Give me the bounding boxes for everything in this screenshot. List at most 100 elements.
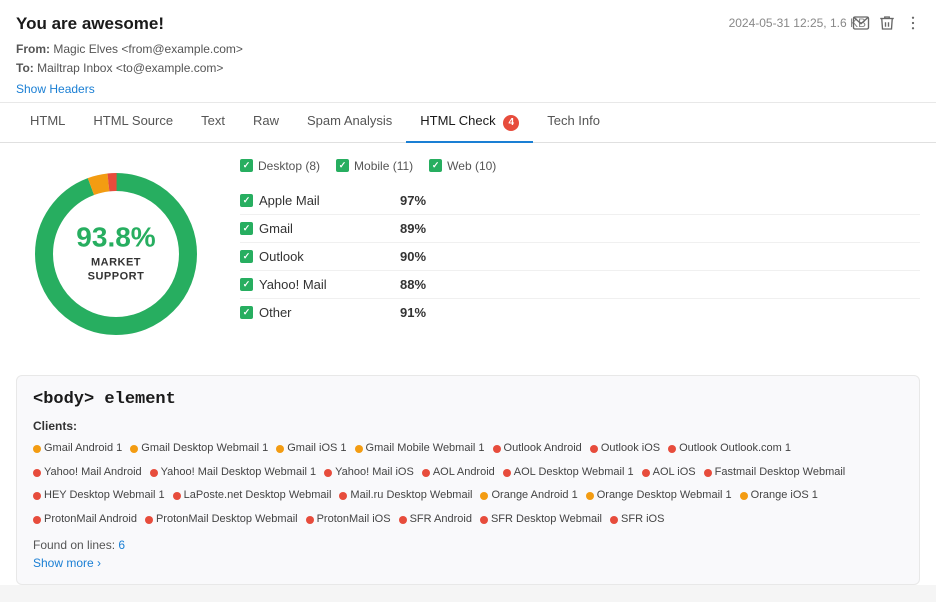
tab-spam-analysis[interactable]: Spam Analysis <box>293 103 406 143</box>
filter-mobile[interactable]: Mobile (11) <box>336 159 413 173</box>
client-name: Gmail <box>240 221 400 236</box>
tag-dot <box>324 469 332 477</box>
tag-dot <box>642 469 650 477</box>
tab-tech-info[interactable]: Tech Info <box>533 103 614 143</box>
client-name-label: Apple Mail <box>259 193 320 208</box>
client-row: Yahoo! Mail 88% <box>240 271 920 299</box>
tag-label: Orange Android 1 <box>491 486 577 506</box>
tag-label: Outlook Outlook.com 1 <box>679 439 791 459</box>
body-element-section: <body> element Clients: Gmail Android 1G… <box>16 375 920 585</box>
client-tag: SFR Desktop Webmail <box>480 510 602 530</box>
trash-icon[interactable] <box>878 14 896 32</box>
tag-dot <box>339 492 347 500</box>
client-name: Outlook <box>240 249 400 264</box>
main-content: 93.8% MARKET SUPPORT Desktop (8) Mobile <box>0 143 936 365</box>
tag-label: SFR Desktop Webmail <box>491 510 602 530</box>
tag-dot <box>493 445 501 453</box>
client-name-label: Other <box>259 305 292 320</box>
filter-desktop[interactable]: Desktop (8) <box>240 159 320 173</box>
tag-label: SFR Android <box>410 510 472 530</box>
client-tag: HEY Desktop Webmail 1 <box>33 486 165 506</box>
filter-web[interactable]: Web (10) <box>429 159 496 173</box>
client-row: Gmail 89% <box>240 215 920 243</box>
client-checkbox[interactable] <box>240 222 253 235</box>
body-element-title: <body> element <box>33 390 903 409</box>
clients-tags: Gmail Android 1Gmail Desktop Webmail 1Gm… <box>33 439 903 530</box>
client-name: Apple Mail <box>240 193 400 208</box>
client-name-label: Yahoo! Mail <box>259 277 327 292</box>
found-label: Found on lines: <box>33 538 115 552</box>
clients-label: Clients: <box>33 419 903 433</box>
tag-label: Outlook iOS <box>601 439 660 459</box>
donut-percent: 93.8% <box>76 224 155 252</box>
tag-label: AOL Android <box>433 463 495 483</box>
donut-text: 93.8% MARKET SUPPORT <box>76 224 155 285</box>
email-icon[interactable] <box>852 14 870 32</box>
tag-label: ProtonMail iOS <box>317 510 391 530</box>
tab-text[interactable]: Text <box>187 103 239 143</box>
client-tag: Gmail Mobile Webmail 1 <box>355 439 485 459</box>
client-tag: ProtonMail Android <box>33 510 137 530</box>
tag-label: Yahoo! Mail iOS <box>335 463 414 483</box>
tabs-bar: HTML HTML Source Text Raw Spam Analysis … <box>0 103 936 143</box>
tab-html-check[interactable]: HTML Check 4 <box>406 103 533 143</box>
tag-dot <box>610 516 618 524</box>
tag-dot <box>150 469 158 477</box>
client-checkbox[interactable] <box>240 194 253 207</box>
clients-section: Desktop (8) Mobile (11) Web (10) Apple M… <box>240 159 920 349</box>
show-more-link[interactable]: Show more › <box>33 556 101 570</box>
tab-raw[interactable]: Raw <box>239 103 293 143</box>
client-row: Apple Mail 97% <box>240 187 920 215</box>
from-label: From: <box>16 42 50 56</box>
tag-label: AOL iOS <box>653 463 696 483</box>
client-tag: Orange Android 1 <box>480 486 577 506</box>
tag-dot <box>399 516 407 524</box>
tag-label: ProtonMail Desktop Webmail <box>156 510 298 530</box>
tab-html-source[interactable]: HTML Source <box>79 103 187 143</box>
client-name-label: Outlook <box>259 249 304 264</box>
tag-label: Orange iOS 1 <box>751 486 818 506</box>
client-tag: AOL iOS <box>642 463 696 483</box>
tab-html[interactable]: HTML <box>16 103 79 143</box>
client-tag: Outlook Outlook.com 1 <box>668 439 791 459</box>
tag-dot <box>503 469 511 477</box>
email-date: 2024-05-31 12:25, 1.6 KB <box>729 16 866 30</box>
filter-mobile-label: Mobile (11) <box>354 159 413 173</box>
tag-dot <box>480 516 488 524</box>
tag-dot <box>33 445 41 453</box>
checkbox-mobile <box>336 159 349 172</box>
client-tag: AOL Android <box>422 463 495 483</box>
client-checkbox[interactable] <box>240 306 253 319</box>
client-tag: Gmail Desktop Webmail 1 <box>130 439 268 459</box>
tag-label: Gmail iOS 1 <box>287 439 346 459</box>
tag-dot <box>145 516 153 524</box>
more-icon[interactable] <box>904 14 922 32</box>
client-checkbox[interactable] <box>240 278 253 291</box>
donut-chart: 93.8% MARKET SUPPORT <box>21 159 211 349</box>
client-tag: ProtonMail iOS <box>306 510 391 530</box>
show-headers-link[interactable]: Show Headers <box>16 82 920 96</box>
tag-label: Gmail Mobile Webmail 1 <box>366 439 485 459</box>
client-tag: SFR iOS <box>610 510 664 530</box>
tag-dot <box>422 469 430 477</box>
client-percent: 90% <box>400 249 426 264</box>
client-tag: Gmail iOS 1 <box>276 439 346 459</box>
client-name: Yahoo! Mail <box>240 277 400 292</box>
tag-label: AOL Desktop Webmail 1 <box>514 463 634 483</box>
filter-web-label: Web (10) <box>447 159 496 173</box>
filter-row: Desktop (8) Mobile (11) Web (10) <box>240 159 920 173</box>
client-tag: Outlook Android <box>493 439 582 459</box>
found-line: Found on lines: 6 <box>33 538 903 552</box>
client-tag: Orange Desktop Webmail 1 <box>586 486 732 506</box>
tag-label: SFR iOS <box>621 510 664 530</box>
client-tag: Yahoo! Mail Desktop Webmail 1 <box>150 463 317 483</box>
client-tag: SFR Android <box>399 510 472 530</box>
tag-dot <box>480 492 488 500</box>
tag-dot <box>668 445 676 453</box>
filter-desktop-label: Desktop (8) <box>258 159 320 173</box>
tag-dot <box>130 445 138 453</box>
found-link[interactable]: 6 <box>118 538 125 552</box>
client-percent: 91% <box>400 305 426 320</box>
client-name-label: Gmail <box>259 221 293 236</box>
client-checkbox[interactable] <box>240 250 253 263</box>
